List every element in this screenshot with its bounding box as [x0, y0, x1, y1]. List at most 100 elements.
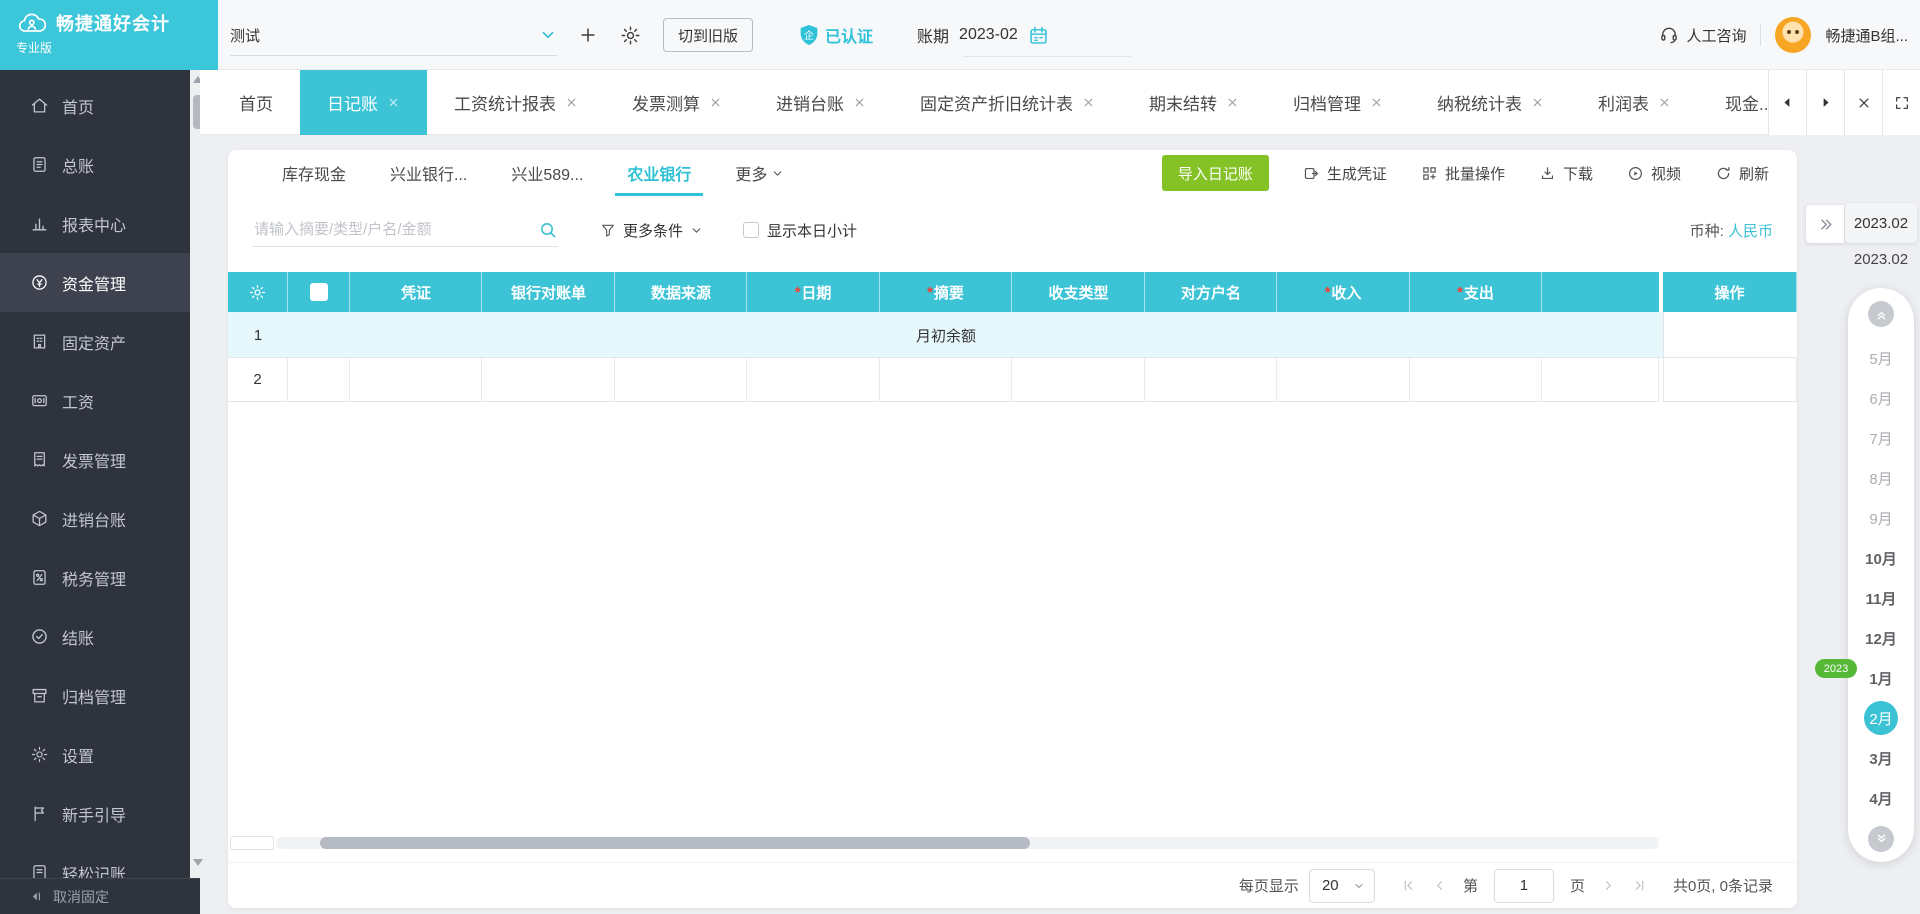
- search-input[interactable]: [252, 220, 514, 239]
- fullscreen-icon[interactable]: [1882, 70, 1920, 135]
- month-item-selected[interactable]: 2月: [1848, 698, 1914, 738]
- batch-operations-button[interactable]: 批量操作: [1421, 163, 1505, 184]
- tab-scroll-right-button[interactable]: [1806, 70, 1844, 135]
- current-period-box[interactable]: 2023.02: [1845, 203, 1917, 243]
- close-icon[interactable]: [387, 96, 400, 109]
- switch-old-version-button[interactable]: 切到旧版: [663, 18, 754, 52]
- sidebar-item-settings[interactable]: 设置: [0, 725, 200, 784]
- import-journal-button[interactable]: 导入日记账: [1161, 155, 1269, 191]
- counterparty-cell[interactable]: [1145, 358, 1277, 402]
- table-row-entry[interactable]: 2: [228, 358, 1797, 402]
- close-all-tabs-button[interactable]: [1844, 70, 1882, 135]
- month-item[interactable]: 10月: [1848, 538, 1914, 578]
- sidebar-item-report-center[interactable]: 报表中心: [0, 194, 200, 253]
- next-page-button[interactable]: [1601, 878, 1616, 893]
- date-cell[interactable]: [747, 358, 880, 402]
- accounting-period-control[interactable]: 账期 2023-02: [917, 0, 1131, 70]
- page-number-input[interactable]: [1493, 868, 1554, 903]
- close-icon[interactable]: [853, 96, 866, 109]
- horizontal-scrollbar[interactable]: [230, 836, 1659, 850]
- account-tab-bank2[interactable]: 兴业589...: [511, 150, 583, 196]
- month-item[interactable]: 5月: [1848, 338, 1914, 378]
- summary-cell[interactable]: [880, 358, 1012, 402]
- account-tab-agricultural-bank[interactable]: 农业银行: [615, 150, 704, 196]
- checkbox-icon[interactable]: [743, 222, 760, 238]
- sidebar-item-fixed-assets[interactable]: 固定资产: [0, 312, 200, 371]
- select-all-checkbox[interactable]: [288, 272, 350, 312]
- column-settings-gear[interactable]: [228, 272, 288, 312]
- close-icon[interactable]: [1226, 96, 1239, 109]
- tab-scroll-left-button[interactable]: [1768, 70, 1806, 135]
- download-button[interactable]: 下载: [1539, 163, 1593, 184]
- more-filters-dropdown[interactable]: 更多条件: [600, 220, 703, 241]
- search-box[interactable]: [252, 213, 558, 247]
- window-tab-truncated[interactable]: 现金...: [1698, 70, 1776, 135]
- month-item[interactable]: 12月: [1848, 618, 1914, 658]
- account-tab-cash[interactable]: 库存现金: [282, 150, 346, 196]
- sidebar-item-payroll[interactable]: 工资: [0, 371, 200, 430]
- month-item[interactable]: 11月: [1848, 578, 1914, 618]
- window-tab[interactable]: 进销台账: [749, 70, 893, 135]
- previous-page-button[interactable]: [1432, 878, 1447, 893]
- account-tab-bank1[interactable]: 兴业银行...: [390, 150, 467, 196]
- sidebar-item-archive-management[interactable]: 归档管理: [0, 666, 200, 725]
- window-tab[interactable]: 固定资产折旧统计表: [893, 70, 1122, 135]
- human-support-button[interactable]: 人工咨询: [1659, 25, 1746, 46]
- expense-cell[interactable]: [1410, 358, 1542, 402]
- username[interactable]: 畅捷通B组...: [1825, 25, 1908, 46]
- scroll-down-arrow[interactable]: [193, 859, 203, 866]
- window-tab[interactable]: 工资统计报表: [427, 70, 605, 135]
- currency-value-link[interactable]: 人民币: [1728, 223, 1773, 240]
- sidebar-item-beginner-guide[interactable]: 新手引导: [0, 784, 200, 843]
- account-set-dropdown[interactable]: 测试: [230, 0, 557, 70]
- show-daily-subtotal-checkbox[interactable]: 显示本日小计: [743, 220, 857, 241]
- avatar[interactable]: [1775, 17, 1812, 53]
- scrollbar-thumb[interactable]: [320, 837, 1030, 849]
- sidebar-item-home[interactable]: 首页: [0, 76, 200, 135]
- close-icon[interactable]: [1658, 96, 1671, 109]
- data-source-cell[interactable]: [615, 358, 747, 402]
- close-icon[interactable]: [1370, 96, 1383, 109]
- window-tab-home[interactable]: 首页: [212, 70, 300, 135]
- settings-gear-icon[interactable]: [620, 25, 641, 46]
- bank-statement-cell[interactable]: [482, 358, 615, 402]
- close-icon[interactable]: [709, 96, 722, 109]
- sidebar-item-funds-management[interactable]: 资金管理: [0, 253, 200, 312]
- refresh-button[interactable]: 刷新: [1715, 163, 1769, 184]
- generate-voucher-button[interactable]: 生成凭证: [1303, 163, 1387, 184]
- type-cell[interactable]: [1012, 358, 1145, 402]
- sidebar-item-general-ledger[interactable]: 总账: [0, 135, 200, 194]
- last-page-button[interactable]: [1632, 878, 1647, 893]
- certified-badge[interactable]: 企 已认证: [799, 23, 873, 47]
- close-icon[interactable]: [565, 96, 578, 109]
- close-icon[interactable]: [1082, 96, 1095, 109]
- sidebar-item-closing[interactable]: 结账: [0, 607, 200, 666]
- window-tab[interactable]: 归档管理: [1266, 70, 1410, 135]
- window-tab[interactable]: 利润表: [1571, 70, 1698, 135]
- month-item[interactable]: 9月: [1848, 498, 1914, 538]
- sidebar-scrollbar[interactable]: [190, 70, 206, 878]
- month-item[interactable]: 7月: [1848, 418, 1914, 458]
- income-cell[interactable]: [1277, 358, 1410, 402]
- video-help-button[interactable]: 视频: [1627, 163, 1681, 184]
- months-scroll-down-button[interactable]: [1868, 826, 1894, 852]
- first-page-button[interactable]: [1401, 878, 1416, 893]
- month-item[interactable]: 8月: [1848, 458, 1914, 498]
- window-tab-journal[interactable]: 日记账: [300, 70, 427, 135]
- month-item[interactable]: 6月: [1848, 378, 1914, 418]
- sidebar-item-tax-management[interactable]: 税务管理: [0, 548, 200, 607]
- unpin-sidebar-button[interactable]: 取消固定: [0, 878, 200, 914]
- close-icon[interactable]: [1531, 96, 1544, 109]
- window-tab[interactable]: 期末结转: [1122, 70, 1266, 135]
- voucher-cell[interactable]: [350, 358, 482, 402]
- month-item[interactable]: 3月: [1848, 738, 1914, 778]
- month-item[interactable]: 4月: [1848, 778, 1914, 818]
- account-tabs-more-dropdown[interactable]: 更多: [735, 161, 784, 185]
- search-icon[interactable]: [538, 220, 558, 240]
- scrollbar-track[interactable]: [276, 837, 1659, 849]
- window-tab[interactable]: 纳税统计表: [1410, 70, 1571, 135]
- sidebar-item-invoice-management[interactable]: 发票管理: [0, 430, 200, 489]
- checkbox-icon[interactable]: [309, 283, 328, 301]
- sidebar-item-purchase-sales-ledger[interactable]: 进销台账: [0, 489, 200, 548]
- add-account-set-button[interactable]: [578, 25, 598, 45]
